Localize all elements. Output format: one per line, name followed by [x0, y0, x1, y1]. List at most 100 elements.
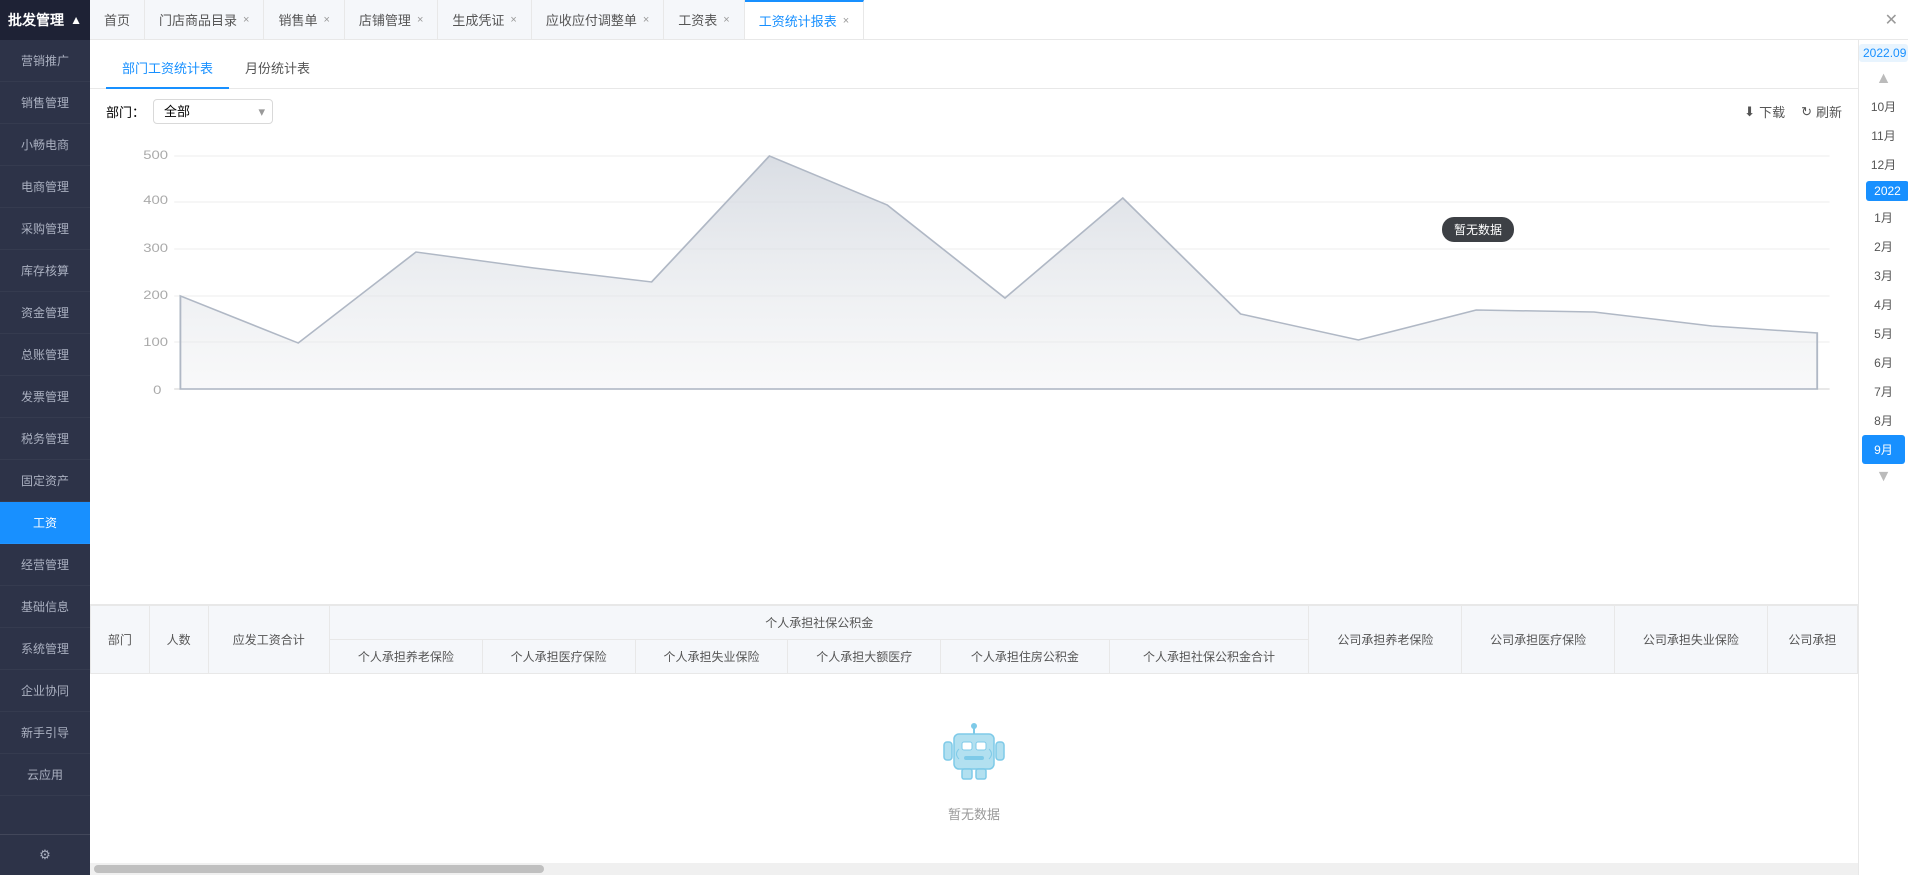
subtab-1[interactable]: 月份统计表 [229, 52, 326, 89]
col-company-unemployment: 公司承担失业保险 [1615, 606, 1768, 674]
close-all-tabs[interactable]: ✕ [1875, 10, 1908, 30]
tab-4[interactable]: 生成凭证× [438, 0, 531, 39]
sidebar-toggle-icon[interactable]: ▲ [70, 13, 82, 27]
dept-label: 部门： [106, 102, 145, 121]
right-panel-month-10月[interactable]: 10月 [1862, 92, 1905, 121]
chart-svg: 500 400 300 200 100 0 [106, 144, 1842, 414]
tab-6[interactable]: 工资表 × [664, 0, 744, 39]
sidebar-title: 批发管理 [8, 10, 64, 30]
tab-label-3: 店铺管理 [359, 10, 411, 29]
sidebar-item-经营管理[interactable]: 经营管理 [0, 544, 90, 586]
tab-bar: 首页门店商品目录×销售单×店铺管理×生成凭证×应收应付调整单×工资表×工资统计报… [90, 0, 1908, 40]
sidebar-item-采购管理[interactable]: 采购管理 [0, 208, 90, 250]
tab-close-2[interactable]: × [323, 14, 329, 26]
sidebar-item-新手引导[interactable]: 新手引导 [0, 712, 90, 754]
sub-tabs: 部门工资统计表月份统计表 [90, 40, 1858, 89]
sidebar-item-基础信息[interactable]: 基础信息 [0, 586, 90, 628]
chart-area: 500 400 300 200 100 0 [90, 134, 1858, 604]
page-content: 部门工资统计表月份统计表 部门： 全部 ⬇ 下载 [90, 40, 1908, 875]
tab-close-3[interactable]: × [417, 14, 423, 26]
sidebar-item-库存核算[interactable]: 库存核算 [0, 250, 90, 292]
dept-select[interactable]: 全部 [153, 99, 273, 124]
close-icon: ✕ [1885, 10, 1898, 30]
tab-3[interactable]: 店铺管理 × [345, 0, 438, 39]
right-panel-month-5月[interactable]: 5月 [1862, 319, 1905, 348]
sidebar-item-电商管理[interactable]: 电商管理 [0, 166, 90, 208]
sidebar-item-云应用[interactable]: 云应用 [0, 754, 90, 796]
right-panel-month-9月[interactable]: 9月 [1862, 435, 1905, 464]
tab-7[interactable]: 工资统计报表 × [745, 0, 864, 39]
sidebar-item-固定资产[interactable]: 固定资产 [0, 460, 90, 502]
tab-2[interactable]: 销售单 × [264, 0, 344, 39]
tab-label-2: 销售单 [278, 10, 317, 29]
col-personal-pension: 个人承担养老保险 [329, 640, 482, 674]
right-panel-month-6月[interactable]: 6月 [1862, 348, 1905, 377]
tab-close-1[interactable]: × [243, 14, 249, 26]
sidebar-item-小畅电商[interactable]: 小畅电商 [0, 124, 90, 166]
svg-text:400: 400 [143, 193, 168, 206]
subtab-0[interactable]: 部门工资统计表 [106, 52, 229, 89]
dept-select-wrapper: 全部 [153, 99, 273, 124]
tab-label-5: 应收应付调整单 [546, 10, 637, 29]
refresh-label: 刷新 [1816, 102, 1842, 121]
main-area: 首页门店商品目录×销售单×店铺管理×生成凭证×应收应付调整单×工资表×工资统计报… [90, 0, 1908, 875]
col-total-wage: 应发工资合计 [208, 606, 329, 674]
tab-label-6: 工资表 [678, 10, 717, 29]
scroll-bar[interactable] [90, 863, 1858, 875]
sidebar-item-营销推广[interactable]: 营销推广 [0, 40, 90, 82]
download-label: 下载 [1759, 102, 1785, 121]
svg-text:200: 200 [143, 288, 168, 301]
col-personal-total: 个人承担社保公积金合计 [1109, 640, 1309, 674]
right-panel-month-7月[interactable]: 7月 [1862, 377, 1905, 406]
empty-robot-icon [934, 714, 1014, 794]
sidebar-item-工资[interactable]: 工资 [0, 502, 90, 544]
col-company-pension: 公司承担养老保险 [1309, 606, 1462, 674]
sidebar-item-税务管理[interactable]: 税务管理 [0, 418, 90, 460]
right-panel-month-4月[interactable]: 4月 [1862, 290, 1905, 319]
toolbar: 部门： 全部 ⬇ 下载 ↻ 刷新 [90, 89, 1858, 134]
tab-label-0: 首页 [104, 10, 130, 29]
right-panel-month-1月[interactable]: 1月 [1862, 203, 1905, 232]
right-panel-month-11月[interactable]: 11月 [1862, 121, 1905, 150]
col-personal-medical: 个人承担医疗保险 [482, 640, 635, 674]
right-panel-up[interactable]: ▲ [1872, 66, 1896, 92]
col-group-personal: 个人承担社保公积金 [329, 606, 1308, 640]
sidebar-item-企业协同[interactable]: 企业协同 [0, 670, 90, 712]
right-panel-month-2022[interactable]: 2022 [1866, 181, 1908, 201]
data-table: 部门 人数 应发工资合计 个人承担社保公积金 公司承担养老保险 公司承担医疗保险… [90, 605, 1858, 674]
right-panel: 2022.09 ▲ 10月11月12月20221月2月3月4月5月6月7月8月9… [1858, 40, 1908, 875]
toolbar-left: 部门： 全部 [106, 99, 273, 124]
tab-close-5[interactable]: × [643, 14, 649, 26]
tab-label-7: 工资统计报表 [759, 11, 837, 30]
scroll-thumb[interactable] [94, 865, 544, 873]
table-wrapper[interactable]: 部门 人数 应发工资合计 个人承担社保公积金 公司承担养老保险 公司承担医疗保险… [90, 605, 1858, 674]
sidebar-item-总账管理[interactable]: 总账管理 [0, 334, 90, 376]
download-icon: ⬇ [1744, 104, 1755, 120]
svg-text:100: 100 [143, 335, 168, 348]
right-panel-date[interactable]: 2022.09 [1859, 44, 1908, 62]
right-panel-month-12月[interactable]: 12月 [1862, 150, 1905, 179]
tab-close-4[interactable]: × [510, 14, 516, 26]
tab-1[interactable]: 门店商品目录× [145, 0, 264, 39]
sidebar-item-系统管理[interactable]: 系统管理 [0, 628, 90, 670]
col-dept: 部门 [91, 606, 150, 674]
right-panel-month-3月[interactable]: 3月 [1862, 261, 1905, 290]
right-panel-down[interactable]: ▼ [1872, 464, 1896, 490]
sidebar-settings[interactable]: ⚙ [0, 834, 90, 875]
tab-0[interactable]: 首页 [90, 0, 145, 39]
sidebar-item-发票管理[interactable]: 发票管理 [0, 376, 90, 418]
svg-text:300: 300 [143, 241, 168, 254]
sidebar-item-资金管理[interactable]: 资金管理 [0, 292, 90, 334]
sidebar-item-销售管理[interactable]: 销售管理 [0, 82, 90, 124]
svg-text:500: 500 [143, 148, 168, 161]
download-button[interactable]: ⬇ 下载 [1744, 102, 1785, 121]
tab-5[interactable]: 应收应付调整单 × [532, 0, 664, 39]
refresh-button[interactable]: ↻ 刷新 [1801, 102, 1842, 121]
tab-close-6[interactable]: × [723, 14, 729, 26]
toolbar-right: ⬇ 下载 ↻ 刷新 [1744, 102, 1842, 121]
sidebar-header: 批发管理 ▲ [0, 0, 90, 40]
tab-close-7[interactable]: × [843, 15, 849, 27]
right-panel-month-2月[interactable]: 2月 [1862, 232, 1905, 261]
right-panel-month-8月[interactable]: 8月 [1862, 406, 1905, 435]
col-company-medical: 公司承担医疗保险 [1462, 606, 1615, 674]
